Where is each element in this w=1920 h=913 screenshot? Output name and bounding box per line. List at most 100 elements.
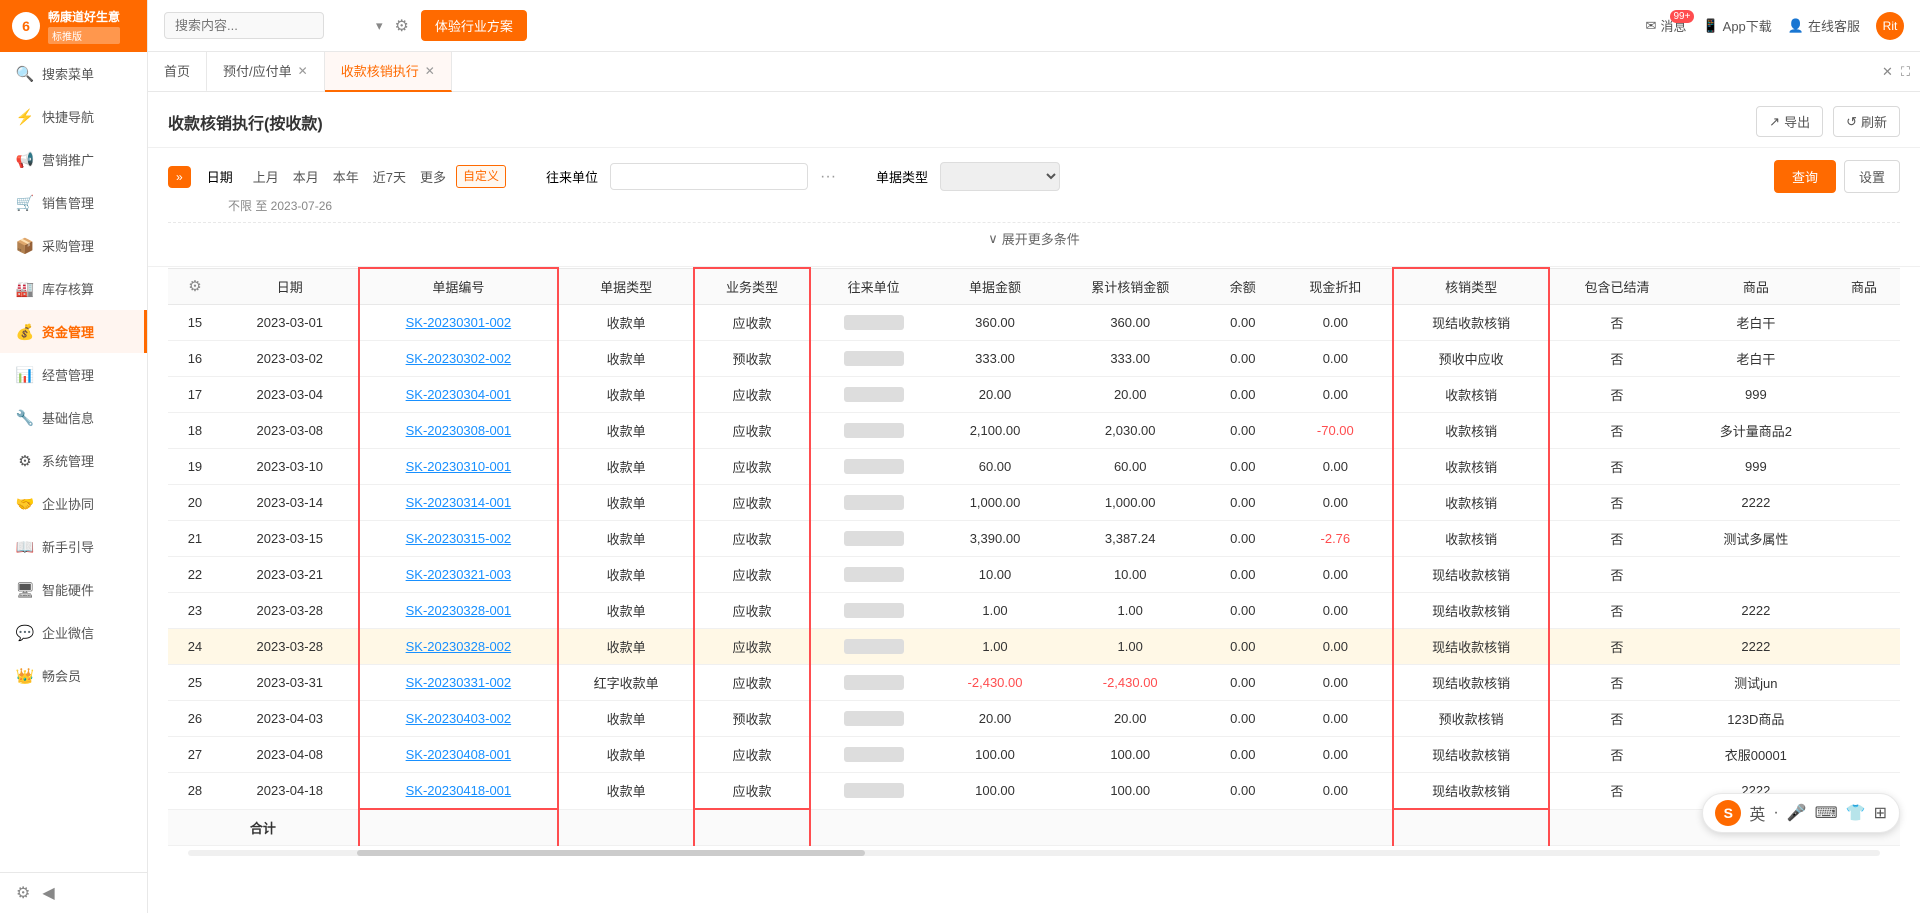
sidebar-item-label: 采购管理	[42, 236, 94, 255]
shortcut-icon: ⚡	[16, 108, 34, 126]
sidebar-item-member[interactable]: 👑畅会员	[0, 654, 147, 697]
filter-date-this-month[interactable]: 本月	[289, 165, 323, 188]
filter-date-more[interactable]: 更多	[416, 165, 450, 188]
cell-has-cleared: 否	[1549, 701, 1683, 737]
filter-partner-input[interactable]	[610, 163, 808, 190]
sidebar-item-hardware[interactable]: 🖥智能硬件	[0, 568, 147, 611]
finance-icon: 💰	[16, 323, 34, 341]
th-partner: 往来单位	[810, 268, 937, 305]
cell-biz-type: 应收款	[694, 629, 810, 665]
filter-date-last-month[interactable]: 上月	[249, 165, 283, 188]
export-button[interactable]: ↗ 导出	[1756, 106, 1823, 137]
cell-amount: 1.00	[936, 629, 1053, 665]
filter-dots[interactable]: ···	[820, 168, 836, 186]
message-button[interactable]: ✉ 消息 99+	[1646, 16, 1687, 35]
cell-bill-no: SK-20230331-002	[359, 665, 558, 701]
sidebar-footer[interactable]: ⚙ ◀	[0, 872, 147, 913]
settings-footer-icon[interactable]: ⚙	[16, 883, 30, 903]
cell-goods2	[1828, 593, 1900, 629]
floating-icon-mic[interactable]: 🎤	[1787, 803, 1807, 823]
cell-cash-discount: 0.00	[1279, 629, 1393, 665]
cell-balance: 0.00	[1207, 737, 1279, 773]
tab-collection[interactable]: 收款核销执行 ✕	[325, 52, 452, 92]
sidebar-item-marketing[interactable]: 📢营销推广	[0, 138, 147, 181]
cell-has-cleared: 否	[1549, 593, 1683, 629]
scrollbar-thumb[interactable]	[357, 850, 865, 856]
tab-home[interactable]: 首页	[148, 52, 207, 92]
topbar-dropdown-icon[interactable]: ▾	[376, 18, 383, 34]
search-input[interactable]	[164, 12, 324, 39]
topbar-search[interactable]	[164, 12, 364, 39]
app-download-button[interactable]: 📱 App下载	[1702, 16, 1771, 35]
collapse-icon[interactable]: ◀	[42, 883, 54, 903]
filter-expand-more-row[interactable]: ∨ 展开更多条件	[168, 222, 1900, 254]
sidebar-item-system[interactable]: ⚙系统管理	[0, 439, 147, 482]
th-settings[interactable]: ⚙	[168, 268, 222, 305]
cell-no: 15	[168, 305, 222, 341]
cell-bill-type: 收款单	[558, 629, 694, 665]
horizontal-scrollbar[interactable]	[188, 850, 1880, 856]
cell-partner	[810, 521, 937, 557]
floating-icon-2[interactable]: ·	[1773, 804, 1778, 822]
floating-icon-keyboard[interactable]: ⌨	[1815, 803, 1838, 823]
filter-partner-label: 往来单位	[546, 167, 598, 186]
floating-icon-shirt[interactable]: 👕	[1846, 803, 1866, 823]
cell-amount: 1.00	[936, 593, 1053, 629]
setting-button[interactable]: 设置	[1844, 160, 1900, 193]
cell-has-cleared: 否	[1549, 377, 1683, 413]
refresh-button[interactable]: ↺ 刷新	[1833, 106, 1900, 137]
cell-bill-type: 收款单	[558, 377, 694, 413]
industry-solution-button[interactable]: 体验行业方案	[421, 10, 527, 41]
sidebar-item-shortcut[interactable]: ⚡快捷导航	[0, 95, 147, 138]
sidebar-item-label: 基础信息	[42, 408, 94, 427]
sidebar-item-purchase[interactable]: 📦采购管理	[0, 224, 147, 267]
sidebar-item-finance[interactable]: 💰 资金管理	[0, 310, 147, 353]
cell-bill-no: SK-20230328-001	[359, 593, 558, 629]
member-icon: 👑	[16, 667, 34, 685]
th-cum-cancel: 累计核销金额	[1054, 268, 1207, 305]
sidebar-item-search[interactable]: 🔍搜索菜单	[0, 52, 147, 95]
floating-icon-1[interactable]: 英	[1749, 801, 1765, 825]
sidebar-item-label: 新手引导	[42, 537, 94, 556]
sidebar-item-guide[interactable]: 📖新手引导	[0, 525, 147, 568]
topbar-gear-icon[interactable]: ⚙	[395, 16, 409, 36]
filter-bill-type-select[interactable]	[940, 162, 1060, 191]
cell-balance: 0.00	[1207, 629, 1279, 665]
page-inner: 收款核销执行(按收款) ↗ 导出 ↺ 刷新 » 日期	[148, 92, 1920, 913]
cell-cash-discount: -70.00	[1279, 413, 1393, 449]
tab-close-all-icon[interactable]: ✕	[1882, 64, 1893, 80]
table-area: ⚙ 日期 单据编号 单据类型 业务类型 往来单位 单据金额 累计核销金额 余额 …	[148, 267, 1920, 870]
filter-date-this-year[interactable]: 本年	[329, 165, 363, 188]
cell-balance: 0.00	[1207, 449, 1279, 485]
cell-partner	[810, 665, 937, 701]
tab-expand-icon[interactable]: ⛶	[1901, 64, 1910, 80]
cell-bill-no: SK-20230308-001	[359, 413, 558, 449]
cell-amount: 333.00	[936, 341, 1053, 377]
sidebar-item-wechat[interactable]: 💬企业微信	[0, 611, 147, 654]
query-button[interactable]: 查询	[1774, 160, 1836, 193]
sidebar-item-collab[interactable]: 🤝企业协同	[0, 482, 147, 525]
filter-date-7days[interactable]: 近7天	[369, 165, 410, 188]
sidebar-item-basic[interactable]: 🔧基础信息	[0, 396, 147, 439]
cell-no: 21	[168, 521, 222, 557]
online-service-button[interactable]: 👤 在线客服	[1788, 16, 1860, 35]
filter-date-custom[interactable]: 自定义	[456, 165, 506, 188]
floating-icon-grid[interactable]: ⊞	[1874, 803, 1887, 823]
sidebar-item-operation[interactable]: 📊经营管理	[0, 353, 147, 396]
user-avatar[interactable]: Rit	[1876, 12, 1904, 40]
sidebar-item-label: 资金管理	[42, 322, 94, 341]
tab-collection-close[interactable]: ✕	[425, 64, 435, 78]
marketing-icon: 📢	[16, 151, 34, 169]
sidebar-item-inventory[interactable]: 🏭库存核算	[0, 267, 147, 310]
cell-amount: 60.00	[936, 449, 1053, 485]
logo-text: 畅康道好生意 标推版	[48, 8, 120, 44]
tab-prepay-close[interactable]: ✕	[298, 64, 308, 78]
cell-amount: 100.00	[936, 737, 1053, 773]
sidebar-menu: 🔍搜索菜单⚡快捷导航📢营销推广🛒销售管理📦采购管理🏭库存核算 💰 资金管理 📊经营管理…	[0, 52, 147, 872]
cell-has-cleared: 否	[1549, 557, 1683, 593]
tab-prepay[interactable]: 预付/应付单 ✕	[207, 52, 325, 92]
sidebar-item-sales[interactable]: 🛒销售管理	[0, 181, 147, 224]
table-row: 24 2023-03-28 SK-20230328-002 收款单 应收款 1.…	[168, 629, 1900, 665]
floating-s-logo[interactable]: S	[1715, 800, 1741, 826]
filter-expand-button[interactable]: »	[168, 166, 191, 188]
